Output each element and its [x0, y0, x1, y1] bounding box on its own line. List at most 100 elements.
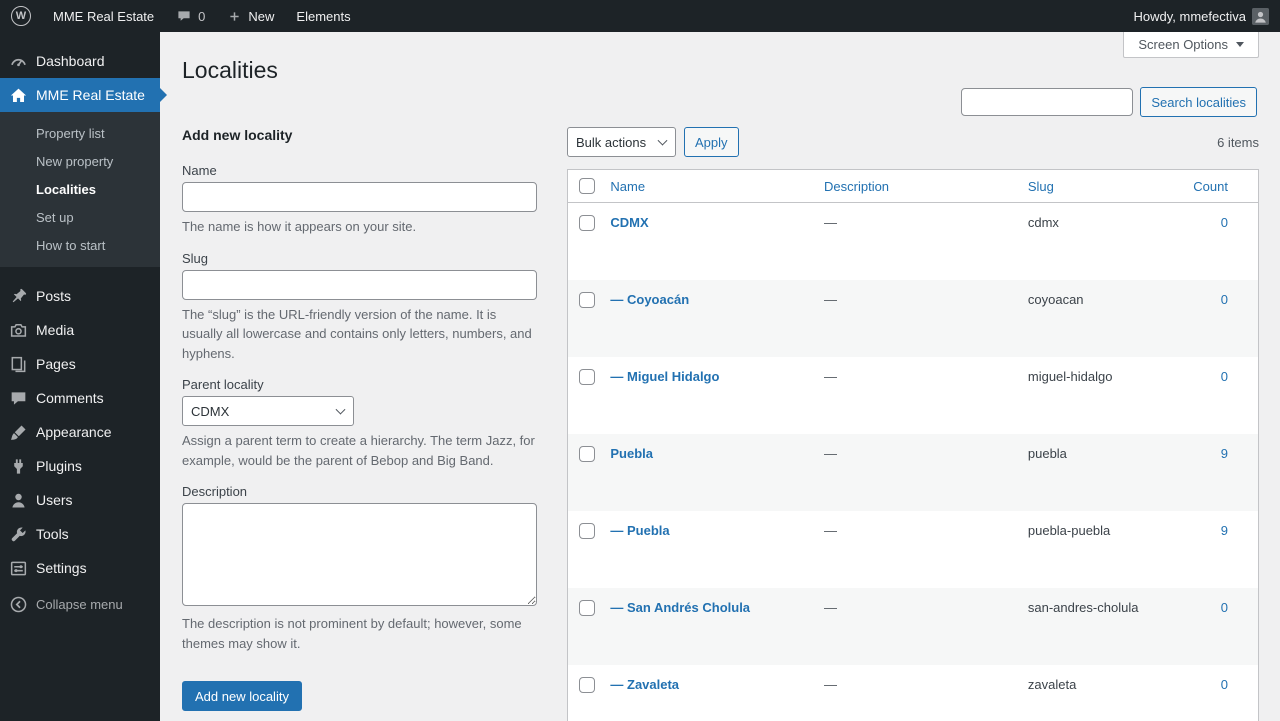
column-header-slug: Slug	[1017, 169, 1184, 203]
name-label: Name	[182, 163, 217, 178]
sidebar-label: Tools	[36, 526, 69, 542]
sidebar-item-set-up[interactable]: Set up	[0, 203, 160, 231]
localities-table: Name Description Slug Count CDMX — cdmx …	[567, 169, 1259, 721]
select-all-checkbox[interactable]	[579, 178, 595, 194]
admin-sidebar: Dashboard MME Real Estate Property list …	[0, 32, 160, 721]
row-checkbox[interactable]	[579, 215, 595, 231]
media-icon	[0, 321, 36, 340]
row-checkbox[interactable]	[579, 676, 595, 693]
term-count-link[interactable]: 9	[1221, 446, 1228, 461]
description-help-text: The description is not prominent by defa…	[182, 616, 522, 651]
tools-icon	[0, 525, 36, 544]
sidebar-label: Settings	[36, 560, 87, 576]
term-count-link[interactable]: 0	[1221, 677, 1228, 692]
search-form: Search localities	[961, 87, 1257, 117]
sidebar-item-posts[interactable]: Posts	[0, 279, 160, 313]
parent-locality-label: Parent locality	[182, 377, 264, 392]
sidebar-item-comments[interactable]: Comments	[0, 381, 160, 415]
term-slug: puebla	[1027, 445, 1067, 461]
site-name-link[interactable]: MME Real Estate	[42, 0, 165, 32]
term-name-link[interactable]: Puebla	[610, 446, 653, 461]
bulk-actions-select[interactable]: Bulk actions	[567, 127, 676, 157]
table-controls: Bulk actions Apply 6 items	[567, 127, 1259, 157]
admin-bar-elements[interactable]: Elements	[285, 0, 361, 32]
search-input[interactable]	[961, 88, 1134, 116]
term-count-link[interactable]: 0	[1221, 292, 1228, 307]
term-name-link[interactable]: — San Andrés Cholula	[610, 600, 750, 615]
admin-bar-comments[interactable]: 0	[165, 0, 216, 32]
sidebar-item-localities[interactable]: Localities	[0, 175, 160, 203]
sidebar-item-property-list[interactable]: Property list	[0, 119, 160, 147]
row-checkbox[interactable]	[579, 599, 595, 616]
name-field[interactable]	[182, 182, 537, 212]
term-count-link[interactable]: 0	[1221, 369, 1228, 384]
parent-help-text: Assign a parent term to create a hierarc…	[182, 433, 535, 468]
sidebar-item-dashboard[interactable]: Dashboard	[0, 44, 160, 78]
admin-bar-new[interactable]: New	[216, 0, 285, 32]
term-count-link[interactable]: 0	[1221, 215, 1228, 230]
sidebar-item-new-property[interactable]: New property	[0, 147, 160, 175]
add-new-locality-button[interactable]: Add new locality	[182, 681, 302, 711]
screen-options-button[interactable]: Screen Options	[1123, 32, 1259, 58]
sidebar-item-how-to-start[interactable]: How to start	[0, 231, 160, 259]
plugins-icon	[0, 457, 36, 476]
dashboard-icon	[0, 52, 36, 71]
comments-count: 0	[198, 8, 206, 24]
bulk-actions-wrap: Bulk actions	[567, 127, 676, 157]
sidebar-item-appearance[interactable]: Appearance	[0, 415, 160, 449]
term-description: —	[824, 676, 838, 692]
row-checkbox[interactable]	[579, 368, 595, 385]
term-count-link[interactable]: 9	[1221, 523, 1228, 538]
apply-button[interactable]: Apply	[684, 127, 739, 157]
name-help-text: The name is how it appears on your site.	[182, 219, 417, 234]
sidebar-item-settings[interactable]: Settings	[0, 551, 160, 585]
term-slug: puebla-puebla	[1027, 522, 1111, 538]
term-count-link[interactable]: 0	[1221, 600, 1228, 615]
sidebar-item-users[interactable]: Users	[0, 483, 160, 517]
main-content: Screen Options Localities Search localit…	[160, 0, 1280, 721]
sidebar-item-pages[interactable]: Pages	[0, 347, 160, 381]
menu-separator	[0, 267, 160, 279]
description-label: Description	[182, 484, 248, 499]
slug-field[interactable]	[182, 269, 537, 300]
row-checkbox[interactable]	[579, 522, 595, 539]
table-row: — Zavaleta — zavaleta 0	[568, 665, 1259, 721]
collapse-menu-button[interactable]: Collapse menu	[0, 587, 160, 621]
search-localities-button[interactable]: Search localities	[1140, 87, 1257, 117]
term-slug: coyoacan	[1027, 291, 1084, 307]
slug-help-text: The “slug” is the URL-friendly version o…	[182, 306, 532, 361]
term-description: —	[824, 215, 838, 230]
sort-by-count-link[interactable]: Count	[1193, 179, 1228, 194]
row-checkbox[interactable]	[579, 291, 595, 308]
term-name-link[interactable]: CDMX	[610, 215, 648, 230]
description-textarea[interactable]	[182, 503, 537, 606]
term-name-link[interactable]: — Puebla	[610, 523, 669, 538]
localities-list: Bulk actions Apply 6 items Name Descript…	[567, 127, 1259, 721]
sidebar-item-tools[interactable]: Tools	[0, 517, 160, 551]
sidebar-label: Plugins	[36, 458, 82, 474]
form-heading: Add new locality	[182, 127, 293, 143]
admin-bar-account[interactable]: Howdy, mmefectiva	[1123, 0, 1280, 32]
column-header-name: Name	[600, 169, 815, 203]
sort-by-name-link[interactable]: Name	[610, 179, 645, 194]
wordpress-logo-icon: W	[11, 6, 31, 26]
appearance-icon	[0, 423, 36, 442]
sort-by-description-link[interactable]: Description	[824, 179, 889, 194]
sidebar-item-plugins[interactable]: Plugins	[0, 449, 160, 483]
term-name-link[interactable]: — Zavaleta	[610, 677, 679, 692]
term-slug: san-andres-cholula	[1027, 599, 1139, 615]
sidebar-label: MME Real Estate	[36, 87, 145, 103]
term-name-link[interactable]: — Coyoacán	[610, 292, 689, 307]
row-checkbox[interactable]	[579, 445, 595, 462]
term-description: —	[824, 291, 838, 307]
sort-by-slug-link[interactable]: Slug	[1028, 179, 1054, 194]
new-label: New	[248, 8, 275, 24]
sidebar-item-media[interactable]: Media	[0, 313, 160, 347]
table-header-row: Name Description Slug Count	[567, 169, 1259, 203]
sidebar-item-mme-real-estate[interactable]: MME Real Estate	[0, 78, 160, 112]
term-name-link[interactable]: — Miguel Hidalgo	[610, 369, 719, 384]
wordpress-logo[interactable]: W	[0, 0, 42, 32]
table-row: — Puebla — puebla-puebla 9	[568, 511, 1259, 588]
parent-locality-select[interactable]: CDMX	[182, 396, 354, 426]
pages-icon	[0, 355, 36, 374]
